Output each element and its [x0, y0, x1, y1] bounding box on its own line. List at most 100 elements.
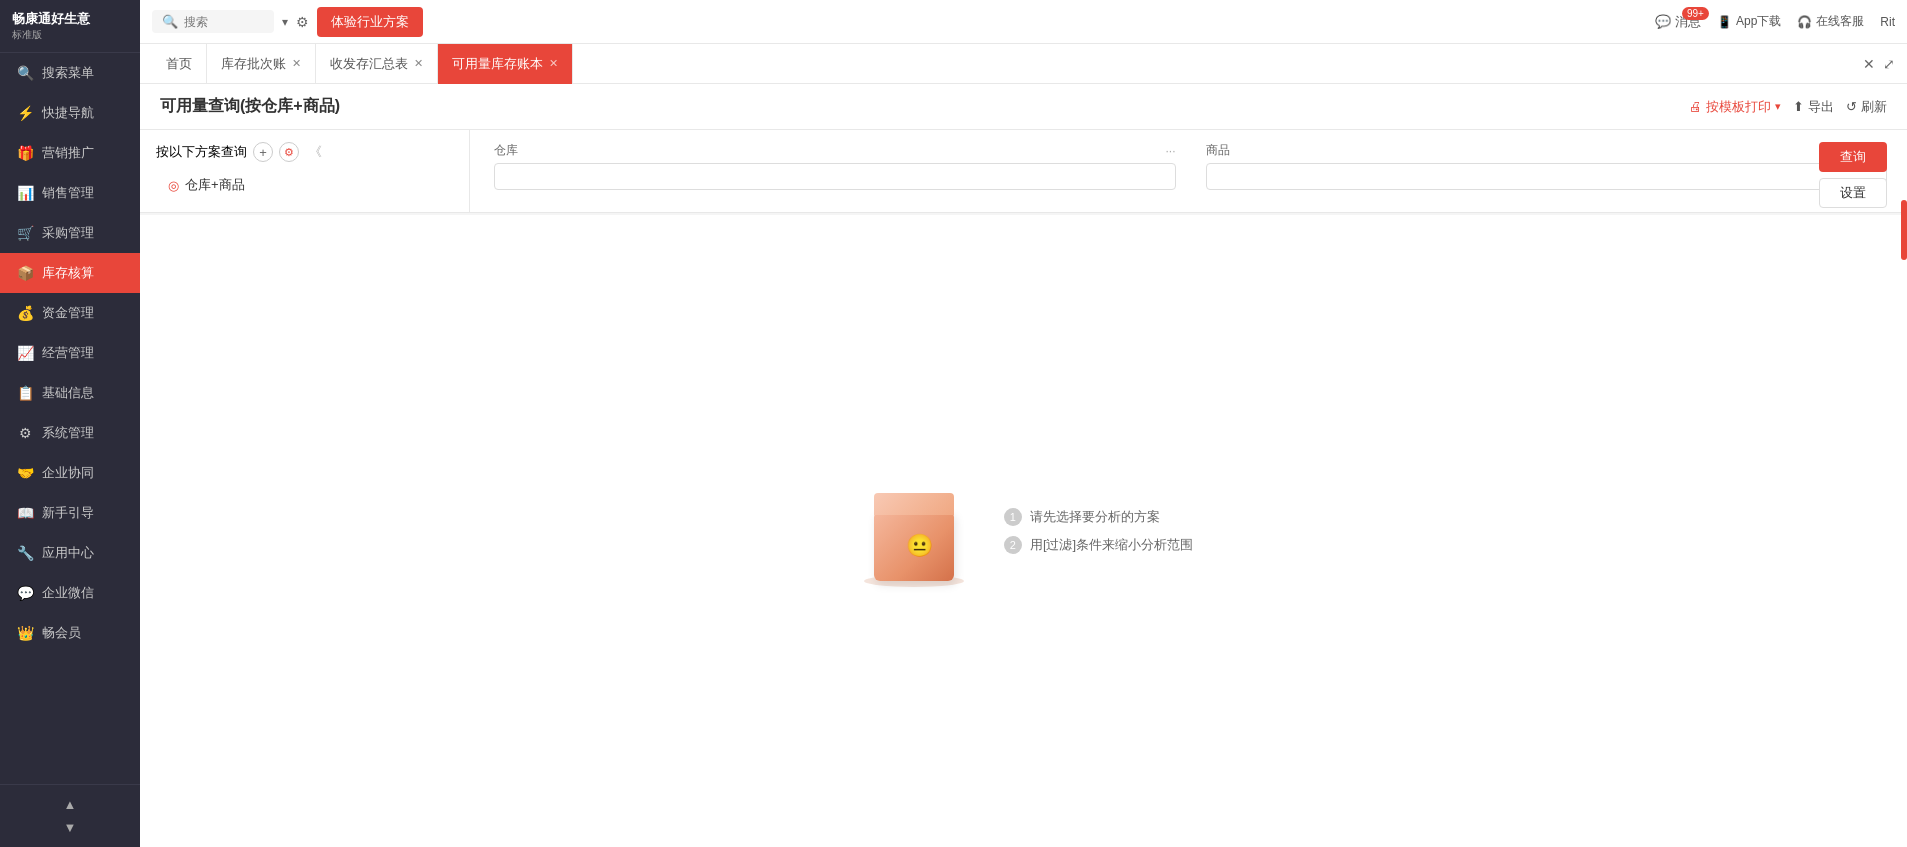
search-input[interactable] — [184, 15, 264, 29]
query-buttons: 查询 设置 — [1819, 142, 1887, 208]
top-search-box[interactable]: 🔍 — [152, 10, 274, 33]
product-filter-field: 商品 ··· — [1206, 142, 1888, 190]
chevron-down-icon: ▾ — [1775, 100, 1781, 113]
tab-bar-right: ✕ ⤢ — [1863, 56, 1895, 72]
settings-icon[interactable]: ⚙ — [296, 14, 309, 30]
nav-icon: 📋 — [16, 385, 34, 401]
filter-header: 按以下方案查询 + ⚙ 《 — [156, 142, 453, 162]
page-title: 可用量查询(按仓库+商品) — [160, 96, 340, 117]
sidebar-item-应用中心[interactable]: 🔧应用中心 — [0, 533, 140, 573]
nav-icon: ⚙ — [16, 425, 34, 441]
content-area: 可用量查询(按仓库+商品) 🖨 按模板打印 ▾ ⬆ 导出 ↺ 刷新 — [140, 84, 1907, 847]
filter-wrapper: 按以下方案查询 + ⚙ 《 ◎ 仓库+商品 仓库 ··· — [140, 130, 1907, 213]
tab-可用量库存账本[interactable]: 可用量库存账本✕ — [438, 44, 573, 84]
headset-icon: 🎧 — [1797, 15, 1812, 29]
search-dropdown-btn[interactable]: ▾ — [282, 15, 288, 29]
empty-illustration-face: 😐 — [906, 533, 933, 559]
nav-icon: 📊 — [16, 185, 34, 201]
nav-icon: 📈 — [16, 345, 34, 361]
warehouse-filter-field: 仓库 ··· — [494, 142, 1176, 190]
sidebar-item-营销推广[interactable]: 🎁营销推广 — [0, 133, 140, 173]
top-bar: 🔍 ▾ ⚙ 体验行业方案 💬 消息 99+ 📱 App下载 🎧 在线客服 Rit — [140, 0, 1907, 44]
nav-icon: 📖 — [16, 505, 34, 521]
scheme-settings-btn[interactable]: ⚙ — [279, 142, 299, 162]
sidebar-item-资金管理[interactable]: 💰资金管理 — [0, 293, 140, 333]
refresh-icon: ↺ — [1846, 99, 1857, 114]
nav-icon: ⚡ — [16, 105, 34, 121]
refresh-btn[interactable]: ↺ 刷新 — [1846, 98, 1887, 116]
sidebar-item-采购管理[interactable]: 🛒采购管理 — [0, 213, 140, 253]
nav-icon: 🛒 — [16, 225, 34, 241]
sidebar-item-系统管理[interactable]: ⚙系统管理 — [0, 413, 140, 453]
scheme-item[interactable]: ◎ 仓库+商品 — [156, 170, 453, 200]
trial-industry-button[interactable]: 体验行业方案 — [317, 7, 423, 37]
sidebar-logo: 畅康通好生意 标准版 — [0, 0, 140, 53]
user-name[interactable]: Rit — [1880, 15, 1895, 29]
sidebar-item-搜索菜单[interactable]: 🔍搜索菜单 — [0, 53, 140, 93]
sidebar-item-企业微信[interactable]: 💬企业微信 — [0, 573, 140, 613]
scroll-down-btn[interactable]: ▼ — [0, 816, 140, 839]
right-scrollbar[interactable] — [1901, 200, 1907, 260]
app-name: 畅康通好生意 — [12, 10, 128, 28]
filter-left-panel: 按以下方案查询 + ⚙ 《 ◎ 仓库+商品 — [140, 130, 470, 212]
tab-首页[interactable]: 首页 — [152, 44, 207, 84]
sidebar-bottom: ▲ ▼ — [0, 784, 140, 847]
app-download-btn[interactable]: 📱 App下载 — [1717, 13, 1781, 30]
empty-hint-2: 2 用[过滤]条件来缩小分析范围 — [1004, 536, 1193, 554]
sidebar-item-畅会员[interactable]: 👑畅会员 — [0, 613, 140, 653]
sidebar-item-经营管理[interactable]: 📈经营管理 — [0, 333, 140, 373]
nav-icon: 🔧 — [16, 545, 34, 561]
message-btn[interactable]: 💬 消息 99+ — [1655, 13, 1701, 31]
sidebar-item-基础信息[interactable]: 📋基础信息 — [0, 373, 140, 413]
empty-hint-1: 1 请先选择要分析的方案 — [1004, 508, 1193, 526]
collapse-filter-btn[interactable]: 《 — [309, 143, 322, 161]
tab-close-icon[interactable]: ✕ — [414, 57, 423, 70]
scheme-label: 仓库+商品 — [185, 176, 245, 194]
nav-icon: 🔍 — [16, 65, 34, 81]
close-tab-btn[interactable]: ✕ — [1863, 56, 1875, 72]
nav-icon: 💰 — [16, 305, 34, 321]
empty-illustration: 😐 — [854, 471, 974, 591]
nav-icon: 🎁 — [16, 145, 34, 161]
warehouse-label: 仓库 — [494, 142, 518, 159]
tab-close-icon[interactable]: ✕ — [549, 57, 558, 70]
sidebar-nav: 🔍搜索菜单⚡快捷导航🎁营销推广📊销售管理🛒采购管理📦库存核算💰资金管理📈经营管理… — [0, 53, 140, 784]
add-scheme-btn[interactable]: + — [253, 142, 273, 162]
warehouse-more-btn[interactable]: ··· — [1165, 144, 1175, 158]
query-button[interactable]: 查询 — [1819, 142, 1887, 172]
message-badge: 99+ — [1682, 7, 1709, 20]
sidebar-item-销售管理[interactable]: 📊销售管理 — [0, 173, 140, 213]
tab-close-icon[interactable]: ✕ — [292, 57, 301, 70]
product-label: 商品 — [1206, 142, 1230, 159]
message-icon: 💬 — [1655, 14, 1671, 29]
export-icon: ⬆ — [1793, 99, 1804, 114]
filter-right-panel: 仓库 ··· 商品 ··· 查询 设置 — [470, 130, 1907, 212]
page-actions: 🖨 按模板打印 ▾ ⬆ 导出 ↺ 刷新 — [1689, 98, 1887, 116]
export-btn[interactable]: ⬆ 导出 — [1793, 98, 1834, 116]
print-icon: 🖨 — [1689, 99, 1702, 114]
search-icon: 🔍 — [162, 14, 178, 29]
online-service-btn[interactable]: 🎧 在线客服 — [1797, 13, 1864, 30]
sidebar-item-快捷导航[interactable]: ⚡快捷导航 — [0, 93, 140, 133]
filter-label: 按以下方案查询 — [156, 143, 247, 161]
tab-bar: 首页库存批次账✕收发存汇总表✕可用量库存账本✕ ✕ ⤢ — [140, 44, 1907, 84]
product-input[interactable] — [1206, 163, 1888, 190]
print-template-btn[interactable]: 🖨 按模板打印 ▾ — [1689, 98, 1781, 116]
empty-state: 😐 1 请先选择要分析的方案 2 用[过滤]条件来缩小分析范围 — [140, 215, 1907, 847]
nav-icon: 💬 — [16, 585, 34, 601]
settings-button[interactable]: 设置 — [1819, 178, 1887, 208]
nav-icon: 👑 — [16, 625, 34, 641]
sidebar-item-库存核算[interactable]: 📦库存核算 — [0, 253, 140, 293]
warehouse-input[interactable] — [494, 163, 1176, 190]
expand-tab-btn[interactable]: ⤢ — [1883, 56, 1895, 72]
sidebar: 畅康通好生意 标准版 🔍搜索菜单⚡快捷导航🎁营销推广📊销售管理🛒采购管理📦库存核… — [0, 0, 140, 847]
sidebar-item-新手引导[interactable]: 📖新手引导 — [0, 493, 140, 533]
nav-icon: 📦 — [16, 265, 34, 281]
tab-库存批次账[interactable]: 库存批次账✕ — [207, 44, 316, 84]
scheme-icon: ◎ — [168, 178, 179, 193]
sidebar-item-企业协同[interactable]: 🤝企业协同 — [0, 453, 140, 493]
nav-icon: 🤝 — [16, 465, 34, 481]
scroll-up-btn[interactable]: ▲ — [0, 793, 140, 816]
top-bar-right: 💬 消息 99+ 📱 App下载 🎧 在线客服 Rit — [1655, 13, 1895, 31]
tab-收发存汇总表[interactable]: 收发存汇总表✕ — [316, 44, 438, 84]
